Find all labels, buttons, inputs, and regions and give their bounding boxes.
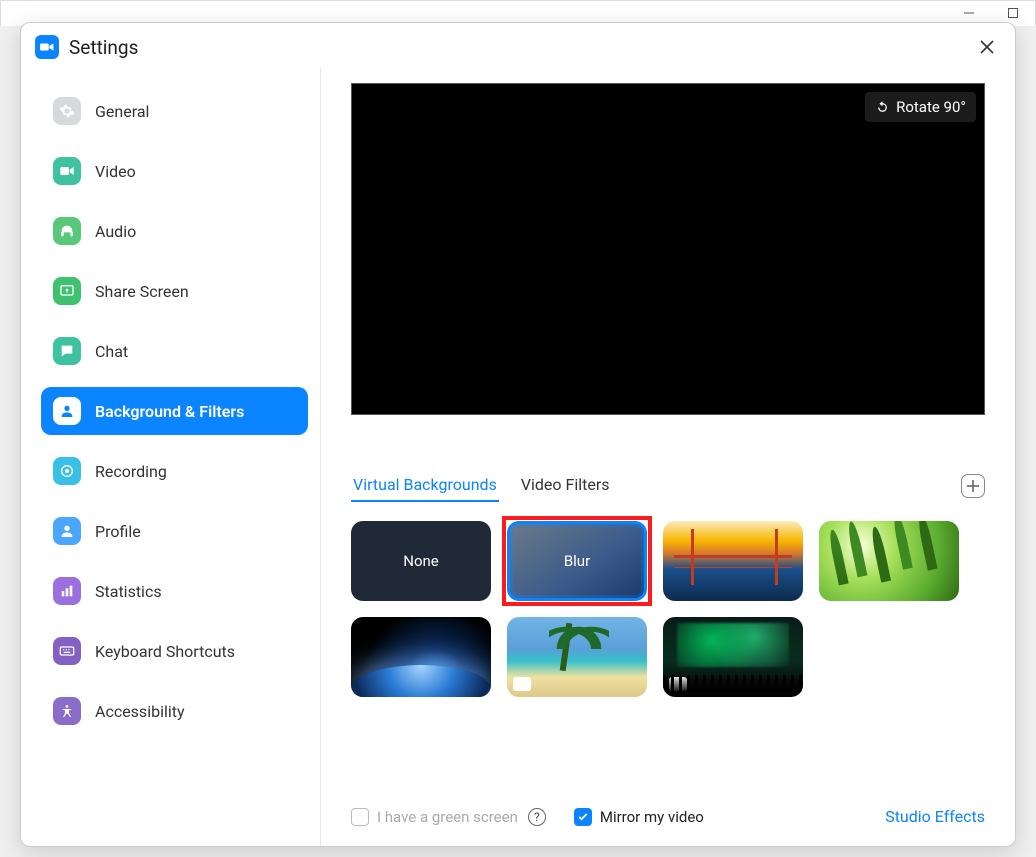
main-panel: Rotate 90° Virtual Backgrounds Video Fil… [321,67,1015,846]
green-screen-checkbox[interactable] [351,808,369,826]
background-option-grass[interactable] [819,521,959,601]
studio-effects-link[interactable]: Studio Effects [885,807,985,826]
chat-icon [53,337,81,365]
sidebar-item-label: Accessibility [95,702,185,721]
background-option-beach[interactable] [507,617,647,697]
sidebar-item-general[interactable]: General [41,87,308,135]
sidebar-item-background-filters[interactable]: Background & Filters [41,387,308,435]
rotate-90-button[interactable]: Rotate 90° [865,92,976,122]
background-option-blur[interactable]: Blur [507,521,647,601]
video-clip-icon [513,677,531,691]
person-icon [53,397,81,425]
sidebar-item-keyboard-shortcuts[interactable]: Keyboard Shortcuts [41,627,308,675]
sidebar-item-recording[interactable]: Recording [41,447,308,495]
mirror-video-checkbox[interactable] [574,808,592,826]
accessibility-icon [53,697,81,725]
plus-icon [966,479,980,493]
sidebar-item-accessibility[interactable]: Accessibility [41,687,308,735]
tab-video-filters[interactable]: Video Filters [519,469,612,502]
headphones-icon [53,217,81,245]
green-screen-label: I have a green screen [377,808,518,826]
add-background-button[interactable] [961,474,985,498]
sidebar-item-video[interactable]: Video [41,147,308,195]
thumb-label: None [403,552,439,570]
sidebar-item-label: Chat [95,342,128,361]
sidebar-item-label: Audio [95,222,136,241]
sidebar-item-label: Profile [95,522,141,541]
profile-icon [53,517,81,545]
video-preview: Rotate 90° [351,83,985,415]
sidebar-item-label: Recording [95,462,167,481]
background-thumbnails: None Blur [351,521,985,697]
video-clip-icon [669,677,687,691]
background-option-earth[interactable] [351,617,491,697]
tab-virtual-backgrounds[interactable]: Virtual Backgrounds [351,469,499,502]
background-option-golden-gate[interactable] [663,521,803,601]
sidebar-item-audio[interactable]: Audio [41,207,308,255]
help-icon[interactable]: ? [528,808,546,826]
dialog-title: Settings [69,36,138,59]
sidebar-item-label: Share Screen [95,282,189,301]
close-button[interactable] [973,33,1001,61]
sidebar-item-statistics[interactable]: Statistics [41,567,308,615]
video-icon [53,157,81,185]
settings-dialog: Settings General Video Audio Share Scree… [20,22,1016,847]
sidebar-item-label: Background & Filters [95,402,244,421]
background-option-aurora[interactable] [663,617,803,697]
record-icon [53,457,81,485]
rotate-icon [875,100,890,115]
sidebar-item-profile[interactable]: Profile [41,507,308,555]
sidebar-item-label: Keyboard Shortcuts [95,642,235,661]
zoom-app-icon [35,35,59,59]
sidebar-item-label: Video [95,162,136,181]
mirror-video-label: Mirror my video [600,808,704,826]
background-tabs: Virtual Backgrounds Video Filters [351,469,985,503]
dialog-title-bar: Settings [21,23,1015,67]
sidebar-item-label: General [95,102,149,121]
thumb-label: Blur [564,552,590,570]
rotate-label: Rotate 90° [896,98,966,116]
footer-options: I have a green screen ? Mirror my video … [351,795,985,826]
sidebar-item-share-screen[interactable]: Share Screen [41,267,308,315]
keyboard-icon [53,637,81,665]
check-icon [577,811,589,823]
share-screen-icon [53,277,81,305]
gear-icon [53,97,81,125]
settings-sidebar: General Video Audio Share Screen Chat Ba [21,67,321,846]
sidebar-item-chat[interactable]: Chat [41,327,308,375]
background-option-none[interactable]: None [351,521,491,601]
statistics-icon [53,577,81,605]
sidebar-item-label: Statistics [95,582,162,601]
